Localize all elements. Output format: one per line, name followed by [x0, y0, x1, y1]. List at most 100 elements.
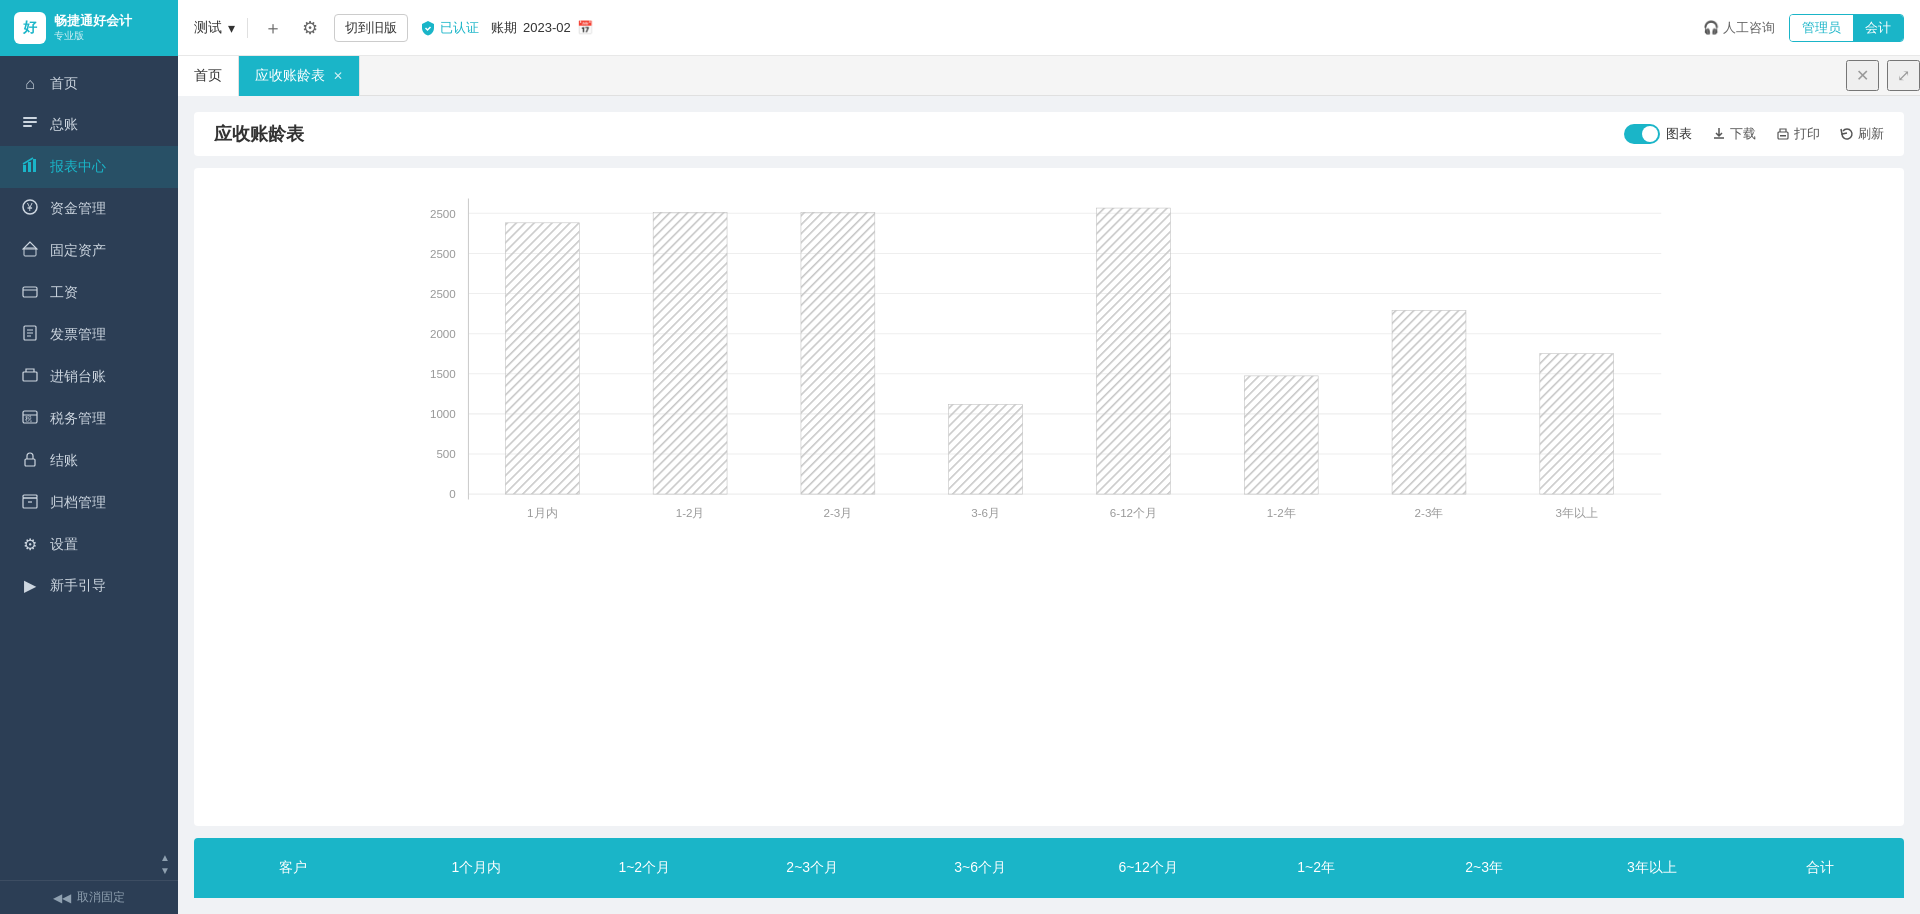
switch-old-button[interactable]: 切到旧版 [334, 14, 408, 42]
sidebar-label-salary: 工资 [50, 284, 78, 302]
tabbar-expand-button[interactable]: ⤢ [1887, 60, 1920, 91]
main-area: 测试 ▾ ＋ ⚙ 切到旧版 已认证 账期 2023-02 📅 🎧 人工咨询 管理… [178, 0, 1920, 914]
fund-icon: ¥ [20, 199, 40, 219]
sidebar-item-fund[interactable]: ¥ 资金管理 [0, 188, 178, 230]
user-role-switcher: 管理员 会计 [1789, 14, 1904, 42]
col-3plus-year: 3年以上 [1568, 859, 1736, 877]
svg-text:3年以上: 3年以上 [1556, 506, 1598, 519]
tabbar-close-button[interactable]: ✕ [1846, 60, 1879, 91]
verified-label: 已认证 [440, 19, 479, 37]
sidebar-item-home[interactable]: ⌂ 首页 [0, 64, 178, 104]
shield-icon [420, 20, 436, 36]
svg-rect-20 [25, 459, 35, 466]
settings-icon: ⚙ [20, 535, 40, 554]
col-2-3year: 2~3年 [1400, 859, 1568, 877]
col-3-6month: 3~6个月 [896, 859, 1064, 877]
sidebar-label-guide: 新手引导 [50, 577, 106, 595]
refresh-button[interactable]: 刷新 [1840, 125, 1884, 143]
print-button[interactable]: 打印 [1776, 125, 1820, 143]
svg-text:2000: 2000 [430, 327, 456, 340]
sidebar-item-tax[interactable]: 税 税务管理 [0, 398, 178, 440]
consult-label: 人工咨询 [1723, 19, 1775, 37]
sidebar-item-ledger[interactable]: 总账 [0, 104, 178, 146]
sidebar-item-salary[interactable]: 工资 [0, 272, 178, 314]
project-dropdown-icon: ▾ [228, 20, 235, 36]
sidebar-label-assets: 固定资产 [50, 242, 106, 260]
sidebar-item-invoice[interactable]: 发票管理 [0, 314, 178, 356]
bar-1-2-month [653, 212, 727, 494]
svg-text:500: 500 [436, 447, 455, 460]
download-button[interactable]: 下载 [1712, 125, 1756, 143]
table-header: 客户 1个月内 1~2个月 2~3个月 3~6个月 6~12个月 1~2年 2~… [194, 838, 1904, 898]
svg-text:1-2年: 1-2年 [1267, 506, 1296, 519]
svg-rect-25 [1780, 135, 1786, 137]
salary-icon [20, 283, 40, 303]
sidebar-label-ledger: 总账 [50, 116, 78, 134]
svg-rect-1 [23, 121, 37, 123]
sidebar-item-report[interactable]: 报表中心 [0, 146, 178, 188]
chart-toggle-label: 图表 [1666, 125, 1692, 143]
chart-toggle-group: 图表 [1624, 124, 1692, 144]
role-tab[interactable]: 会计 [1853, 15, 1903, 41]
project-selector[interactable]: 测试 ▾ [194, 19, 235, 37]
logo-text-block: 畅捷通好会计 专业版 [54, 13, 132, 44]
page-title: 应收账龄表 [214, 122, 304, 146]
settings-btn[interactable]: ⚙ [298, 13, 322, 43]
col-1-2month: 1~2个月 [560, 859, 728, 877]
sidebar-item-settings[interactable]: ⚙ 设置 [0, 524, 178, 565]
chart-svg: 2500 2500 2500 2000 1500 1000 500 0 [214, 188, 1884, 568]
tax-icon: 税 [20, 409, 40, 429]
page-header: 应收账龄表 图表 下载 打印 刷新 [194, 112, 1904, 156]
sidebar-item-guide[interactable]: ▶ 新手引导 [0, 565, 178, 606]
bar-2-3-month [801, 212, 875, 494]
svg-text:1-2月: 1-2月 [676, 506, 705, 519]
sidebar-item-close[interactable]: 结账 [0, 440, 178, 482]
sidebar-label-archive: 归档管理 [50, 494, 106, 512]
svg-rect-5 [33, 159, 36, 172]
print-label: 打印 [1794, 125, 1820, 143]
svg-rect-4 [28, 162, 31, 172]
calendar-icon[interactable]: 📅 [577, 20, 593, 35]
tab-home[interactable]: 首页 [178, 56, 239, 96]
svg-text:1500: 1500 [430, 367, 456, 380]
scroll-down-arrow[interactable]: ▼ [160, 865, 170, 876]
tab-home-label: 首页 [194, 67, 222, 85]
download-label: 下载 [1730, 125, 1756, 143]
page-actions: 图表 下载 打印 刷新 [1624, 124, 1884, 144]
bar-1-2-year [1244, 376, 1318, 494]
scroll-up-arrow[interactable]: ▲ [160, 852, 170, 863]
home-icon: ⌂ [20, 75, 40, 93]
bar-1-month [505, 223, 579, 494]
period-text: 账期 [491, 19, 517, 37]
add-btn[interactable]: ＋ [260, 12, 286, 44]
svg-text:2-3年: 2-3年 [1415, 506, 1444, 519]
archive-icon [20, 493, 40, 513]
invoice-icon [20, 325, 40, 345]
sidebar-item-archive[interactable]: 归档管理 [0, 482, 178, 524]
content-area: 应收账龄表 图表 下载 打印 刷新 [178, 96, 1920, 914]
col-1-2year: 1~2年 [1232, 859, 1400, 877]
svg-rect-21 [23, 498, 37, 508]
sidebar-label-home: 首页 [50, 75, 78, 93]
svg-text:2500: 2500 [430, 247, 456, 260]
svg-text:2-3月: 2-3月 [823, 506, 852, 519]
sidebar-item-inventory[interactable]: 进销台账 [0, 356, 178, 398]
svg-text:0: 0 [449, 487, 455, 500]
sidebar-label-invoice: 发票管理 [50, 326, 106, 344]
refresh-label: 刷新 [1858, 125, 1884, 143]
cancel-fixed-btn[interactable]: ◀◀ 取消固定 [0, 880, 178, 914]
sidebar-label-settings: 设置 [50, 536, 78, 554]
download-icon [1712, 127, 1726, 141]
consult-button[interactable]: 🎧 人工咨询 [1703, 19, 1775, 37]
svg-text:税: 税 [25, 415, 32, 422]
user-tab[interactable]: 管理员 [1790, 15, 1853, 41]
tab-ar-aging[interactable]: 应收账龄表 ✕ [239, 56, 360, 96]
tabbar: 首页 应收账龄表 ✕ ✕ ⤢ [178, 56, 1920, 96]
verified-badge: 已认证 [420, 19, 479, 37]
close-accounts-icon [20, 451, 40, 471]
tab-ar-aging-close[interactable]: ✕ [333, 69, 343, 83]
period-value: 2023-02 [523, 20, 571, 35]
svg-rect-2 [23, 125, 32, 127]
chart-toggle-switch[interactable] [1624, 124, 1660, 144]
sidebar-item-assets[interactable]: 固定资产 [0, 230, 178, 272]
